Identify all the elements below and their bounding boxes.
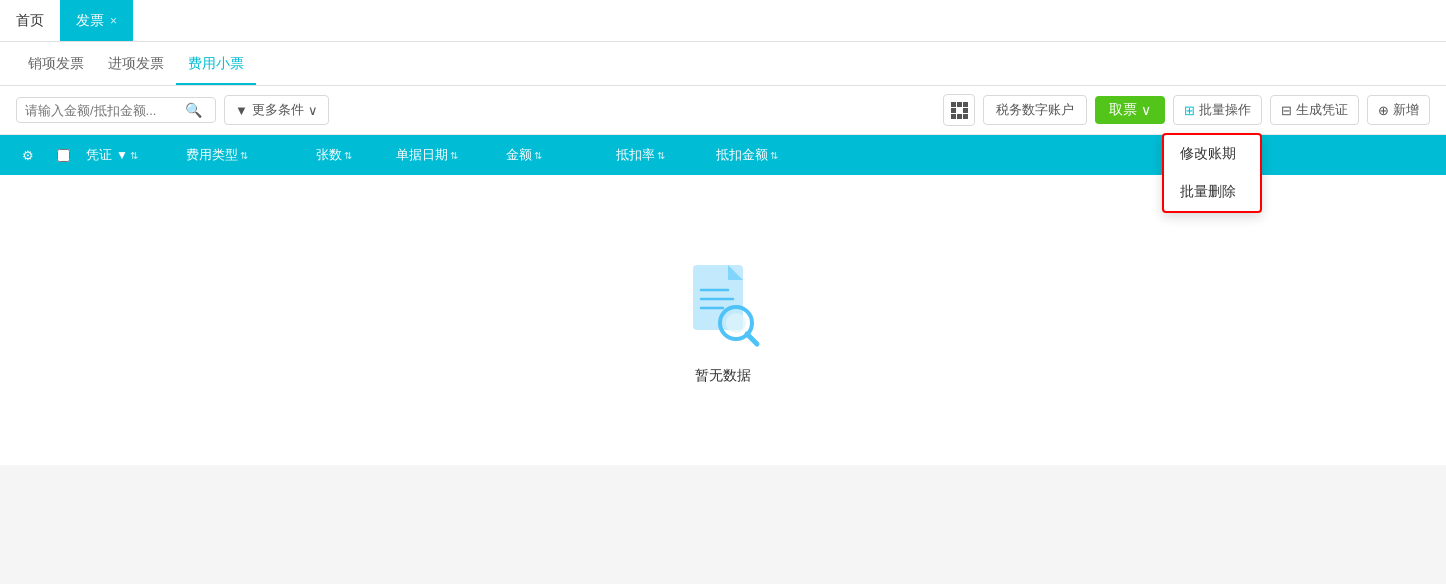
modify-period-label: 修改账期	[1180, 145, 1236, 161]
filter-chevron-icon: ∨	[308, 103, 318, 118]
toolbar-left: 🔍 ▼ 更多条件 ∨	[16, 95, 329, 125]
col-deduct-rate: 抵扣率 ⇅	[608, 146, 708, 164]
gen-voucher-label: 生成凭证	[1296, 101, 1348, 119]
tax-digital-label: 税务数字账户	[996, 102, 1074, 117]
batch-op-wrapper: ⊞ 批量操作 修改账期 批量删除	[1173, 95, 1262, 125]
qr-grid-icon	[951, 102, 968, 119]
col-voucher-label: 凭证	[86, 146, 112, 164]
new-button[interactable]: ⊕ 新增	[1367, 95, 1430, 125]
sort-sheets-icon[interactable]: ⇅	[344, 150, 352, 161]
sort-amount-icon[interactable]: ⇅	[534, 150, 542, 161]
col-voucher: 凭证 ▼ ⇅	[78, 146, 178, 164]
sort-expense-type-icon[interactable]: ⇅	[240, 150, 248, 161]
search-input[interactable]	[25, 103, 185, 118]
take-invoice-button[interactable]: 取票 ∨	[1095, 96, 1165, 124]
invoice-tab[interactable]: 发票 ×	[60, 0, 133, 41]
select-all-checkbox[interactable]	[57, 149, 70, 162]
sub-nav-label-expense: 费用小票	[188, 55, 244, 73]
filter-button[interactable]: ▼ 更多条件 ∨	[224, 95, 329, 125]
batch-op-label: 批量操作	[1199, 101, 1251, 119]
sub-nav-label-purchase: 进项发票	[108, 55, 164, 73]
sub-nav-item-sales[interactable]: 销项发票	[16, 42, 96, 85]
home-tab[interactable]: 首页	[0, 0, 60, 41]
col-date: 单据日期 ⇅	[388, 146, 498, 164]
batch-op-icon: ⊞	[1184, 103, 1195, 118]
top-nav: 首页 发票 ×	[0, 0, 1446, 42]
toolbar-right: 税务数字账户 取票 ∨ ⊞ 批量操作 修改账期 批量删除 ⊟ 生成凭证	[943, 94, 1430, 126]
qr-code-button[interactable]	[943, 94, 975, 126]
col-sheets-label: 张数	[316, 146, 342, 164]
filter-voucher-icon[interactable]: ▼	[116, 148, 128, 162]
search-icon[interactable]: 🔍	[185, 102, 202, 118]
invoice-tab-label: 发票	[76, 12, 104, 30]
col-expense-type: 费用类型 ⇅	[178, 146, 308, 164]
svg-line-7	[747, 334, 757, 344]
batch-op-button[interactable]: ⊞ 批量操作	[1173, 95, 1262, 125]
take-invoice-chevron-icon: ∨	[1141, 102, 1151, 118]
sub-nav-item-expense[interactable]: 费用小票	[176, 42, 256, 85]
sub-nav-item-purchase[interactable]: 进项发票	[96, 42, 176, 85]
col-amount: 金额 ⇅	[498, 146, 608, 164]
sort-date-icon[interactable]: ⇅	[450, 150, 458, 161]
gen-voucher-button[interactable]: ⊟ 生成凭证	[1270, 95, 1359, 125]
col-expense-type-label: 费用类型	[186, 146, 238, 164]
col-sheets: 张数 ⇅	[308, 146, 388, 164]
empty-state: 暂无数据	[0, 175, 1446, 465]
empty-state-illustration	[673, 255, 773, 355]
sort-voucher-icon[interactable]: ⇅	[130, 150, 138, 161]
search-wrapper: 🔍	[16, 97, 216, 123]
take-invoice-label: 取票	[1109, 101, 1137, 119]
sort-deduct-amount-icon[interactable]: ⇅	[770, 150, 778, 161]
modify-period-item[interactable]: 修改账期	[1164, 135, 1260, 173]
new-icon: ⊕	[1378, 103, 1389, 118]
col-deduct-rate-label: 抵扣率	[616, 146, 655, 164]
toolbar: 🔍 ▼ 更多条件 ∨ 税务数字账户 取票 ∨ ⊞ 批量操作	[0, 86, 1446, 135]
col-checkbox[interactable]	[48, 149, 78, 162]
new-label: 新增	[1393, 101, 1419, 119]
col-deduct-amount: 抵扣金额 ⇅	[708, 146, 838, 164]
empty-state-text: 暂无数据	[695, 367, 751, 385]
home-label: 首页	[16, 12, 44, 30]
tax-digital-button[interactable]: 税务数字账户	[983, 95, 1087, 125]
sub-nav-label-sales: 销项发票	[28, 55, 84, 73]
batch-delete-label: 批量删除	[1180, 183, 1236, 199]
col-settings[interactable]: ⚙	[8, 148, 48, 163]
sort-deduct-rate-icon[interactable]: ⇅	[657, 150, 665, 161]
col-deduct-amount-label: 抵扣金额	[716, 146, 768, 164]
settings-icon[interactable]: ⚙	[22, 148, 34, 163]
sub-nav: 销项发票 进项发票 费用小票	[0, 42, 1446, 86]
filter-label: 更多条件	[252, 101, 304, 119]
batch-delete-item[interactable]: 批量删除	[1164, 173, 1260, 211]
svg-point-6	[726, 313, 746, 333]
batch-op-dropdown: 修改账期 批量删除	[1162, 133, 1262, 213]
gen-voucher-icon: ⊟	[1281, 103, 1292, 118]
col-amount-label: 金额	[506, 146, 532, 164]
filter-icon: ▼	[235, 103, 248, 118]
invoice-tab-close-icon[interactable]: ×	[110, 14, 117, 28]
col-date-label: 单据日期	[396, 146, 448, 164]
